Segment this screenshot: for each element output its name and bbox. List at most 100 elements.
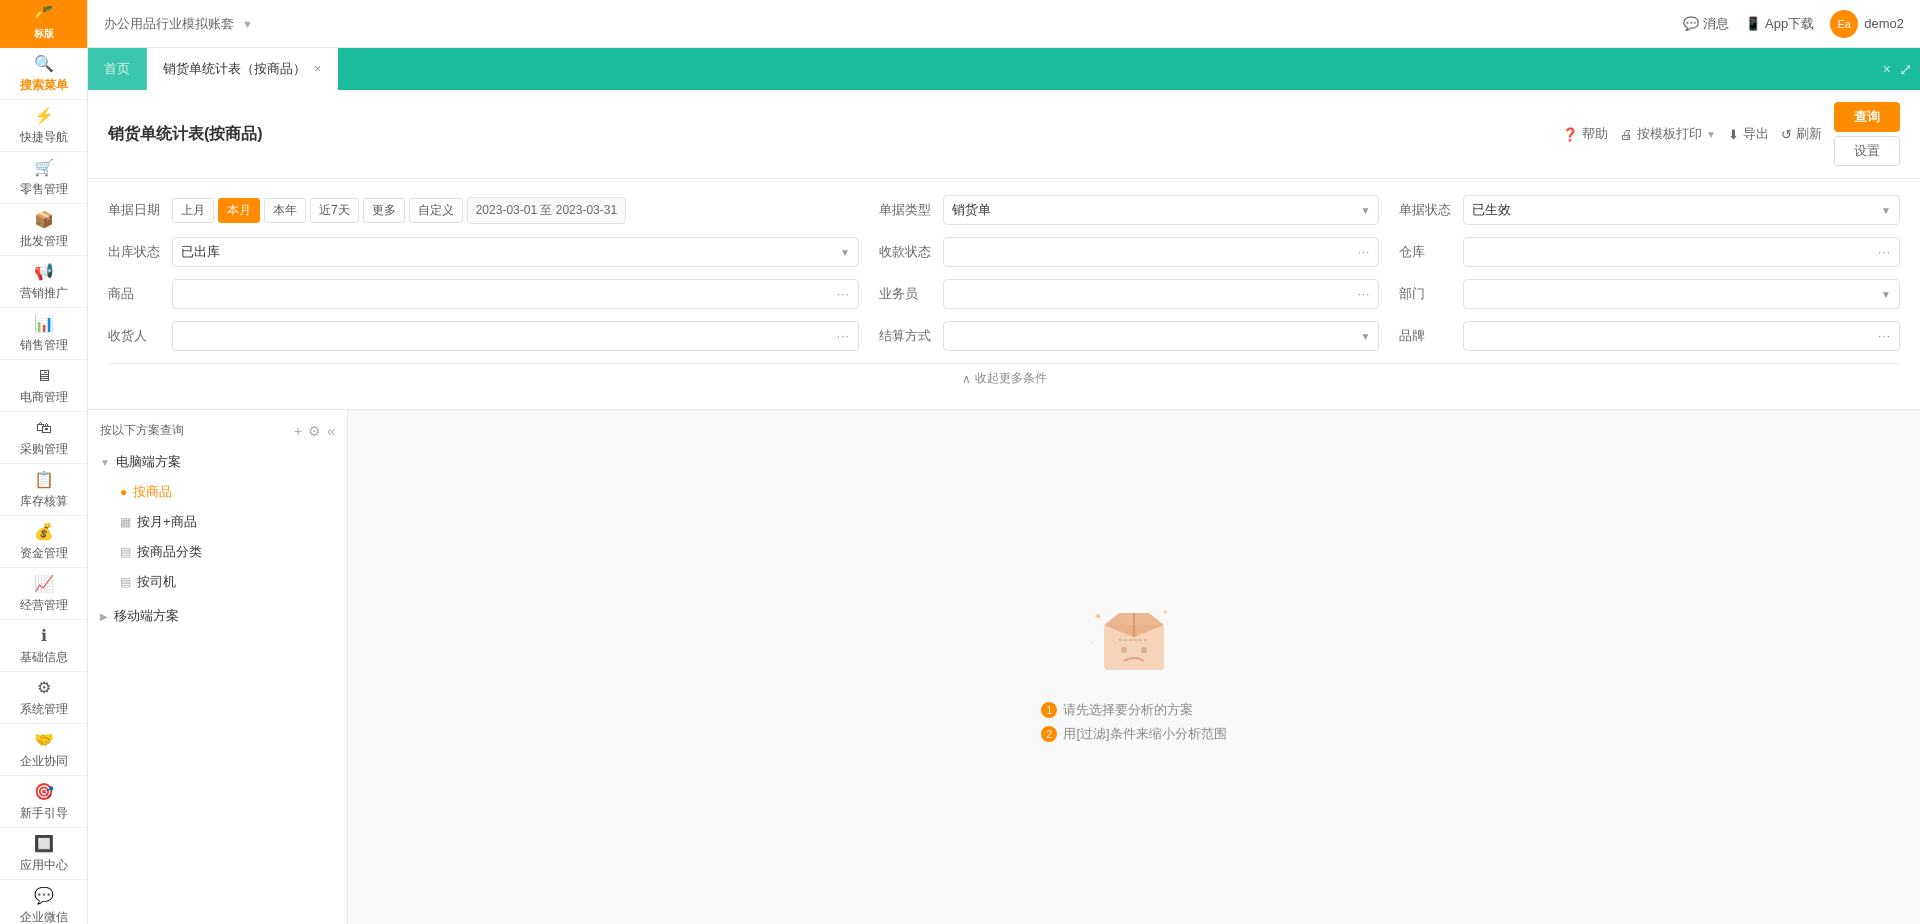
tree-mobile-section[interactable]: ▶ 移动端方案 [88,601,347,631]
tree-label-product: 按商品 [133,483,172,501]
date-this-month[interactable]: 本月 [218,198,260,223]
app-download-button[interactable]: 📱 App下载 [1745,15,1814,33]
month-product-icon: ▦ [120,515,131,529]
user-menu[interactable]: Ea demo2 [1830,10,1904,38]
docstatus-arrow: ▼ [1881,205,1891,216]
salesperson-select[interactable]: ··· [943,279,1380,309]
sidebar-item-purchase[interactable]: 🛍 采购管理 [0,412,87,464]
query-button[interactable]: 查询 [1834,102,1900,132]
date-last7[interactable]: 近7天 [310,198,359,223]
date-last-month[interactable]: 上月 [172,198,214,223]
sidebar-item-finance[interactable]: 💰 资金管理 [0,516,87,568]
sidebar-item-collab[interactable]: 🤝 企业协同 [0,724,87,776]
receiver-dots: ··· [837,329,850,343]
settlement-select[interactable]: ▼ [943,321,1380,351]
tree-item-category[interactable]: ▤ 按商品分类 [100,537,347,567]
sidebar-item-inventory[interactable]: 📋 库存核算 [0,464,87,516]
main-panel: ✦ ✦ ✧ 1 请先选择要分析的方案 2 用[过滤]条件来缩小分析范围 [348,410,1920,924]
system-icon: ⚙ [37,677,51,699]
product-select[interactable]: ··· [172,279,859,309]
sidebar-item-retail[interactable]: 🛒 零售管理 [0,152,87,204]
paymentstatus-select[interactable]: ··· [943,237,1380,267]
print-dropdown-arrow[interactable]: ▼ [1706,129,1716,140]
panel-collapse-icon[interactable]: « [327,423,335,439]
doctype-value: 销货单 [952,201,991,219]
mobile-section-label: 移动端方案 [114,607,179,625]
date-this-year[interactable]: 本年 [264,198,306,223]
filter-docstatus-field: 单据状态 已生效 ▼ [1399,195,1900,225]
company-dropdown-arrow[interactable]: ▼ [242,18,253,30]
sidebar-item-wholesale[interactable]: 📦 批发管理 [0,204,87,256]
sidebar-item-marketing[interactable]: 📢 营销推广 [0,256,87,308]
corpwechat-icon: 💬 [34,885,54,907]
sidebar-label-quicknav: 快捷导航 [20,129,68,146]
date-range-display[interactable]: 2023-03-01 至 2023-03-31 [467,197,626,224]
sidebar-item-corpwechat[interactable]: 💬 企业微信 [0,880,87,924]
tree-item-product[interactable]: ● 按商品 [100,477,347,507]
close-window-icon[interactable]: × [1883,61,1891,77]
department-select[interactable]: ▼ [1463,279,1900,309]
sidebar-item-quicknav[interactable]: ⚡ 快捷导航 [0,100,87,152]
filter-settlement-field: 结算方式 ▼ [879,321,1380,351]
sidebar-label-purchase: 采购管理 [20,441,68,458]
tab-close-icon[interactable]: × [314,62,321,76]
sidebar: 🍊 标版 🔍 搜索菜单 ⚡ 快捷导航 🛒 零售管理 📦 批发管理 📢 营销推广 … [0,0,88,924]
tab-maximize-controls: × ⤢ [1883,60,1912,79]
message-label: 消息 [1703,15,1729,33]
tree-item-driver[interactable]: ▤ 按司机 [100,567,347,597]
sidebar-item-appcenter[interactable]: 🔲 应用中心 [0,828,87,880]
settlement-label: 结算方式 [879,327,943,345]
docstatus-value: 已生效 [1472,201,1511,219]
sidebar-item-sales[interactable]: 📊 销售管理 [0,308,87,360]
tree-desktop-section[interactable]: ▼ 电脑端方案 [88,447,347,477]
help-button[interactable]: ❓ 帮助 [1562,125,1608,143]
settings-button[interactable]: 设置 [1834,136,1900,166]
filter-row-4: 收货人 ··· 结算方式 ▼ 品牌 [108,321,1900,351]
panel-add-icon[interactable]: + [294,423,302,439]
sidebar-item-operations[interactable]: 📈 经营管理 [0,568,87,620]
date-more[interactable]: 更多 [363,198,405,223]
refresh-button[interactable]: ↺ 刷新 [1781,125,1822,143]
company-name: 办公用品行业模拟账套 [104,15,234,33]
sidebar-item-search[interactable]: 🔍 搜索菜单 [0,48,87,100]
tab-active[interactable]: 销货单统计表（按商品） × [147,48,338,90]
print-button[interactable]: 🖨 按模板打印 ▼ [1620,125,1716,143]
sidebar-item-guide[interactable]: 🎯 新手引导 [0,776,87,828]
message-button[interactable]: 💬 消息 [1683,15,1729,33]
maximize-icon[interactable]: ⤢ [1899,60,1912,79]
sidebar-item-basicinfo[interactable]: ℹ 基础信息 [0,620,87,672]
user-name: demo2 [1864,16,1904,31]
header-left: 办公用品行业模拟账套 ▼ [104,15,253,33]
empty-icon: ✦ ✦ ✧ [1084,585,1184,685]
sidebar-label-finance: 资金管理 [20,545,68,562]
sidebar-item-ecommerce[interactable]: 🖥 电商管理 [0,360,87,412]
left-panel-header: 按以下方案查询 + ⚙ « [88,422,347,447]
doctype-select[interactable]: 销货单 ▼ [943,195,1380,225]
header-right: 💬 消息 📱 App下载 Ea demo2 [1683,10,1904,38]
tree-item-month-product[interactable]: ▦ 按月+商品 [100,507,347,537]
receiver-label: 收货人 [108,327,172,345]
docstatus-select[interactable]: 已生效 ▼ [1463,195,1900,225]
sidebar-label-sales: 销售管理 [20,337,68,354]
receiver-select[interactable]: ··· [172,321,859,351]
brand-select[interactable]: ··· [1463,321,1900,351]
refresh-icon: ↺ [1781,127,1792,142]
category-icon: ▤ [120,545,131,559]
tree-label-category: 按商品分类 [137,543,202,561]
outstatus-select[interactable]: 已出库 ▼ [172,237,859,267]
sidebar-item-system[interactable]: ⚙ 系统管理 [0,672,87,724]
date-custom[interactable]: 自定义 [409,198,463,223]
guide-icon: 🎯 [34,781,54,803]
warehouse-select[interactable]: ··· [1463,237,1900,267]
panel-icons: + ⚙ « [294,423,335,439]
panel-settings-icon[interactable]: ⚙ [308,423,321,439]
warehouse-label: 仓库 [1399,243,1463,261]
basicinfo-icon: ℹ [41,625,47,647]
department-label: 部门 [1399,285,1463,303]
brand-label: 品牌 [1399,327,1463,345]
export-button[interactable]: ⬇ 导出 [1728,125,1769,143]
collab-icon: 🤝 [34,729,54,751]
collapse-button[interactable]: ∧ 收起更多条件 [108,363,1900,393]
tab-home[interactable]: 首页 [88,48,147,90]
sidebar-label-search: 搜索菜单 [20,77,68,94]
